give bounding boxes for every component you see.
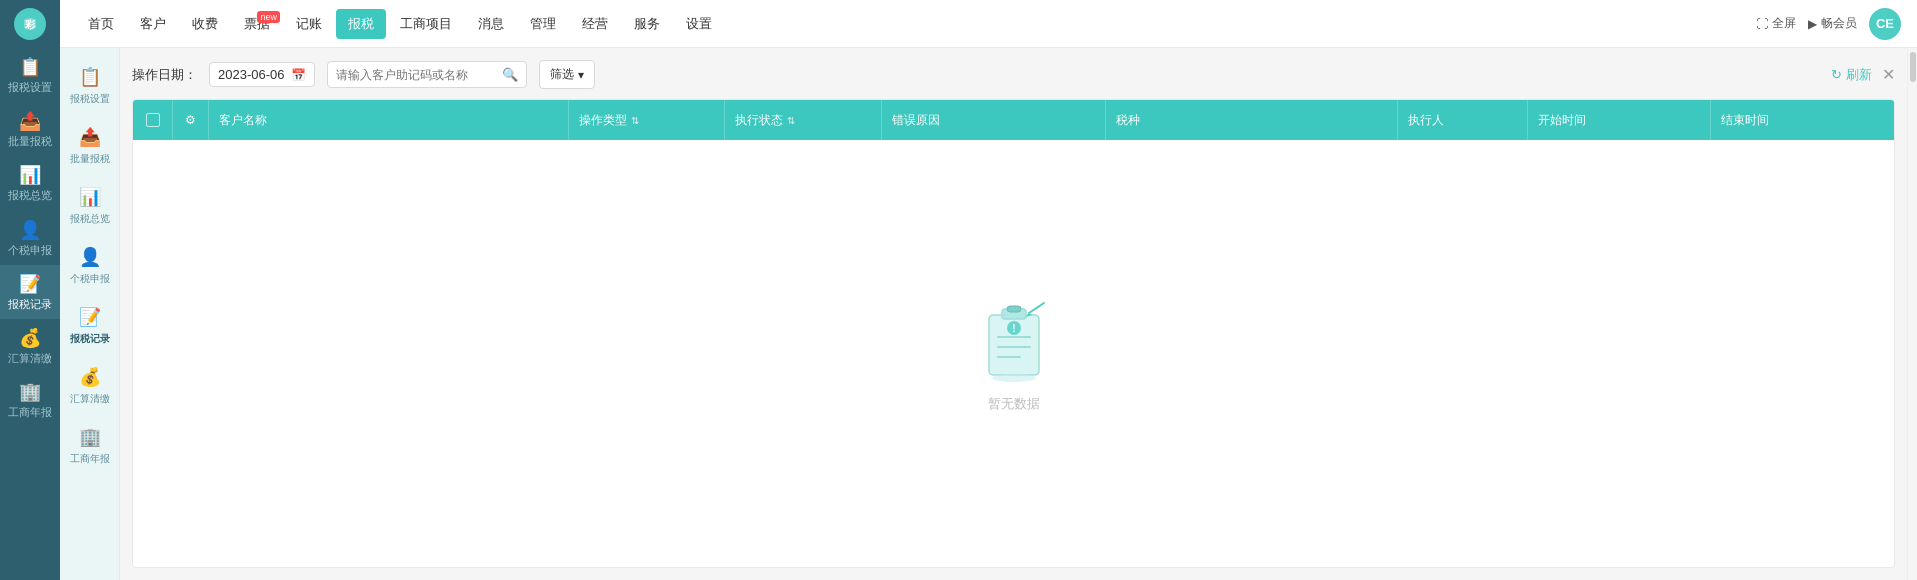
svg-point-12	[992, 374, 1036, 382]
empty-text: 暂无数据	[988, 395, 1040, 413]
svg-text:彩: 彩	[24, 19, 36, 30]
th-op-type[interactable]: 操作类型 ⇅	[569, 100, 726, 140]
th-tax-type: 税种	[1106, 100, 1398, 140]
search-box: 🔍	[327, 61, 527, 88]
vertical-scrollbar[interactable]	[1907, 48, 1917, 580]
table-header: ⚙ 客户名称 操作类型 ⇅ 执行状态 ⇅ 错误原因	[133, 100, 1894, 140]
nav-item-management[interactable]: 管理	[518, 9, 568, 39]
nav-item-accounts[interactable]: 记账	[284, 9, 334, 39]
sidebar-item-baoshui-jilu[interactable]: 📝报税记录	[0, 265, 60, 319]
geshuishenba-sub-icon: 👤	[79, 246, 101, 268]
filter-button[interactable]: 筛选 ▾	[539, 60, 595, 89]
nav-item-home[interactable]: 首页	[76, 9, 126, 39]
nav-item-operations[interactable]: 经营	[570, 9, 620, 39]
sort-icon-exec-status: ⇅	[787, 115, 795, 126]
fullscreen-button[interactable]: ⛶ 全屏	[1756, 15, 1796, 32]
th-end-time: 结束时间	[1711, 100, 1894, 140]
close-button[interactable]: ✕	[1882, 65, 1895, 84]
sub-sidebar-item-piliang-baoshui[interactable]: 📤批量报税	[66, 116, 114, 176]
baoshui-zonglann-icon: 📊	[19, 164, 41, 186]
settings-icon: ⚙	[185, 113, 196, 127]
sidebar-item-huisuan-jiaona[interactable]: 💰汇算清缴	[0, 319, 60, 373]
th-start-time: 开始时间	[1528, 100, 1712, 140]
piliang-baoshui-sub-icon: 📤	[79, 126, 101, 148]
th-executor: 执行人	[1398, 100, 1527, 140]
toolbar: 操作日期： 2023-06-06 📅 🔍 筛选 ▾ ↻ 刷新	[132, 60, 1895, 89]
nav-item-invoices[interactable]: 票据new	[232, 9, 282, 39]
calendar-icon: 📅	[291, 68, 306, 82]
date-value: 2023-06-06	[218, 67, 285, 82]
data-table: ⚙ 客户名称 操作类型 ⇅ 执行状态 ⇅ 错误原因	[132, 99, 1895, 568]
filter-label: 筛选	[550, 66, 574, 83]
logo-icon: 彩	[14, 8, 46, 40]
sidebar-item-piliang-baoshui[interactable]: 📤批量报税	[0, 102, 60, 156]
chevron-down-icon: ▾	[578, 68, 584, 82]
sidebar-item-baoshui-zonglann[interactable]: 📊报税总览	[0, 156, 60, 210]
content-area: 操作日期： 2023-06-06 📅 🔍 筛选 ▾ ↻ 刷新	[120, 48, 1907, 580]
nav-item-industry[interactable]: 工商项目	[388, 9, 464, 39]
sub-sidebar-item-baoshui-jilu[interactable]: 📝报税记录	[66, 296, 114, 356]
baoshui-shezhi-icon: 📋	[19, 56, 41, 78]
nav-item-billing[interactable]: 收费	[180, 9, 230, 39]
sidebar: 彩 📋报税设置📤批量报税📊报税总览👤个税申报📝报税记录💰汇算清缴🏢工商年报	[0, 0, 60, 580]
th-settings[interactable]: ⚙	[173, 100, 209, 140]
search-input[interactable]	[328, 63, 494, 87]
empty-illustration: !	[974, 295, 1054, 385]
nav-item-tax[interactable]: 报税	[336, 9, 386, 39]
sort-icon-op-type: ⇅	[631, 115, 639, 126]
nav-item-settings[interactable]: 设置	[674, 9, 724, 39]
th-error-reason: 错误原因	[882, 100, 1106, 140]
nav-item-messages[interactable]: 消息	[466, 9, 516, 39]
sidebar-item-baoshui-shezhi[interactable]: 📋报税设置	[0, 48, 60, 102]
sub-sidebar-item-geshuishenba[interactable]: 👤个税申报	[66, 236, 114, 296]
refresh-button[interactable]: ↻ 刷新	[1831, 66, 1872, 84]
svg-line-10	[1029, 303, 1044, 313]
refresh-icon: ↻	[1831, 67, 1842, 82]
nav-item-services[interactable]: 服务	[622, 9, 672, 39]
date-picker[interactable]: 2023-06-06 📅	[209, 62, 315, 87]
nav-item-clients[interactable]: 客户	[128, 9, 178, 39]
baoshui-shezhi-sub-icon: 📋	[79, 66, 101, 88]
sub-sidebar-item-baoshui-shezhi[interactable]: 📋报税设置	[66, 56, 114, 116]
th-checkbox[interactable]	[133, 100, 173, 140]
sub-sidebar-item-baoshui-zonglann[interactable]: 📊报税总览	[66, 176, 114, 236]
date-label: 操作日期：	[132, 66, 197, 84]
main-area: 首页客户收费票据new记账报税工商项目消息管理经营服务设置 ⛶ 全屏 ▶ 畅会员…	[60, 0, 1917, 580]
toolbar-right: ↻ 刷新 ✕	[1831, 65, 1895, 84]
member-label: 畅会员	[1821, 15, 1857, 32]
topnav-right: ⛶ 全屏 ▶ 畅会员 CE	[1756, 8, 1901, 40]
sidebar-item-gongshang-nianbao[interactable]: 🏢工商年报	[0, 373, 60, 427]
sidebar-logo[interactable]: 彩	[0, 0, 60, 48]
huisuan-jiaona-sub-icon: 💰	[79, 366, 101, 388]
baoshui-zonglann-sub-icon: 📊	[79, 186, 101, 208]
avatar[interactable]: CE	[1869, 8, 1901, 40]
member-icon: ▶	[1808, 17, 1817, 31]
member-button[interactable]: ▶ 畅会员	[1808, 15, 1857, 32]
svg-text:!: !	[1012, 323, 1015, 334]
baoshui-jilu-sub-icon: 📝	[79, 306, 101, 328]
th-customer-name: 客户名称	[209, 100, 569, 140]
select-all-checkbox[interactable]	[146, 113, 160, 127]
piliang-baoshui-icon: 📤	[19, 110, 41, 132]
sub-sidebar: 📋报税设置📤批量报税📊报税总览👤个税申报📝报税记录💰汇算清缴🏢工商年报	[60, 48, 120, 580]
baoshui-jilu-icon: 📝	[19, 273, 41, 295]
empty-state: ! 暂无数据	[133, 140, 1894, 567]
svg-rect-4	[1007, 306, 1021, 312]
huisuan-jiaona-icon: 💰	[19, 327, 41, 349]
top-navigation: 首页客户收费票据new记账报税工商项目消息管理经营服务设置 ⛶ 全屏 ▶ 畅会员…	[60, 0, 1917, 48]
page-content: 📋报税设置📤批量报税📊报税总览👤个税申报📝报税记录💰汇算清缴🏢工商年报 操作日期…	[60, 48, 1917, 580]
geshuishenba-icon: 👤	[19, 219, 41, 241]
th-exec-status[interactable]: 执行状态 ⇅	[725, 100, 882, 140]
fullscreen-icon: ⛶	[1756, 17, 1768, 31]
scrollbar-thumb[interactable]	[1910, 52, 1916, 82]
sub-sidebar-item-huisuan-jiaona[interactable]: 💰汇算清缴	[66, 356, 114, 416]
refresh-label: 刷新	[1846, 66, 1872, 84]
sidebar-item-geshuishenba[interactable]: 👤个税申报	[0, 211, 60, 265]
search-button[interactable]: 🔍	[494, 62, 526, 87]
sub-sidebar-item-gongshang-nianbao[interactable]: 🏢工商年报	[66, 416, 114, 476]
gongshang-nianbao-sub-icon: 🏢	[79, 426, 101, 448]
fullscreen-label: 全屏	[1772, 15, 1796, 32]
nav-badge-invoices: new	[257, 11, 280, 24]
gongshang-nianbao-icon: 🏢	[19, 381, 41, 403]
